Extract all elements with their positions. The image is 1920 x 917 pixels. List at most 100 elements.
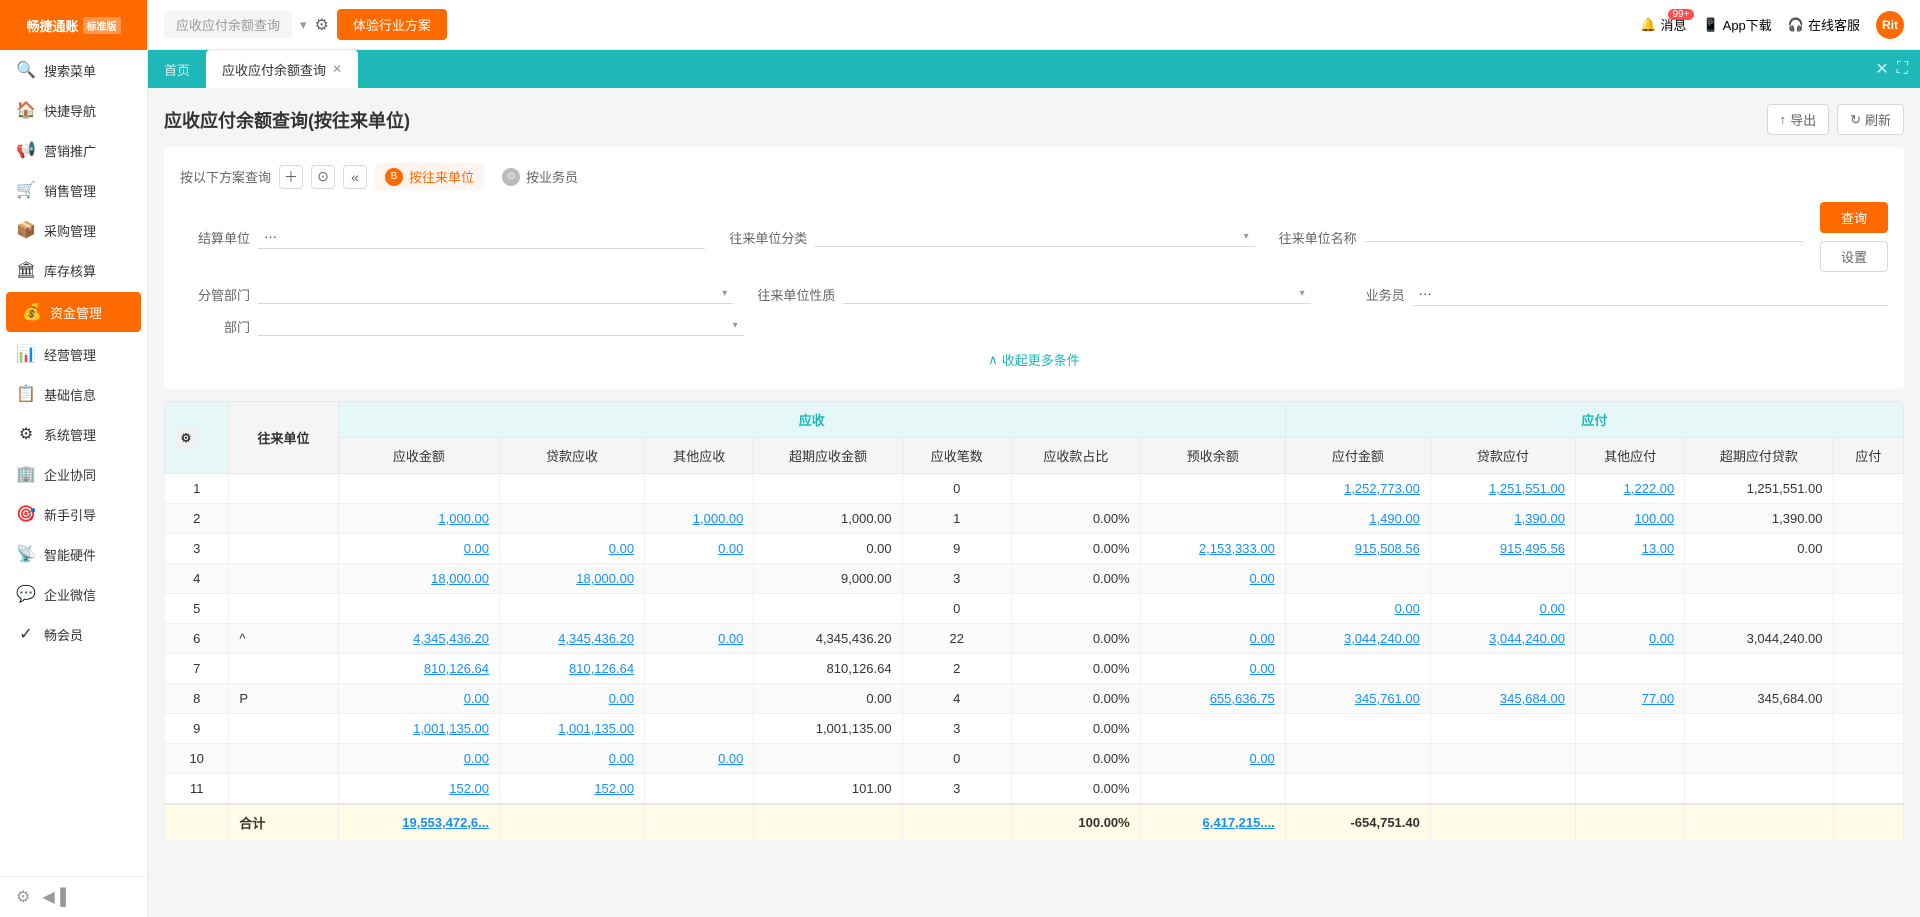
cell-yysye[interactable] <box>1140 504 1285 534</box>
sidebar-item-guide[interactable]: 🎯 新手引导 <box>0 494 147 534</box>
cell-dkys[interactable]: 152.00 <box>500 774 645 805</box>
scheme-by-partner[interactable]: B 按往来单位 <box>375 163 484 190</box>
cell-qtyf[interactable]: 13.00 <box>1575 534 1684 564</box>
cell-yysye[interactable]: 2,153,333.00 <box>1140 534 1285 564</box>
dept-input[interactable]: ▾ <box>258 316 744 336</box>
tab-query[interactable]: 应收应付余额查询 ✕ <box>206 50 358 88</box>
sidebar-item-inventory[interactable]: 🏛 库存核算 <box>0 250 147 290</box>
cell-dkyf[interactable] <box>1430 654 1575 684</box>
sidebar-item-sales[interactable]: 🛒 销售管理 <box>0 170 147 210</box>
salesperson-input[interactable]: ··· <box>1413 282 1888 306</box>
cell-qtyf[interactable] <box>1575 654 1684 684</box>
collapse-sidebar-icon[interactable]: ◀▐ <box>42 887 66 907</box>
tab-close-all-icon[interactable]: ✕ <box>1875 59 1888 79</box>
cell-ysje[interactable]: 152.00 <box>338 774 499 805</box>
cell-yysye[interactable] <box>1140 474 1285 504</box>
notification-area[interactable]: 🔔 消息 99+ <box>1640 15 1686 34</box>
cell-yfje[interactable] <box>1285 774 1430 805</box>
cell-yysye[interactable]: 0.00 <box>1140 624 1285 654</box>
cell-dkyf[interactable]: 3,044,240.00 <box>1430 624 1575 654</box>
cell-qtys[interactable]: 0.00 <box>645 534 754 564</box>
cell-dkyf[interactable] <box>1430 774 1575 805</box>
cell-ysje[interactable]: 0.00 <box>338 744 499 774</box>
header-gear-icon[interactable]: ⚙ <box>315 15 329 35</box>
cell-yysye[interactable] <box>1140 774 1285 805</box>
cell-yysye[interactable]: 0.00 <box>1140 654 1285 684</box>
online-service-area[interactable]: 🎧 在线客服 <box>1788 15 1860 34</box>
cell-qtys[interactable]: 1,000.00 <box>645 504 754 534</box>
cell-qtys[interactable] <box>645 594 754 624</box>
tab-home[interactable]: 首页 <box>148 50 206 88</box>
cell-qtyf[interactable] <box>1575 744 1684 774</box>
cell-dkys[interactable]: 810,126.64 <box>500 654 645 684</box>
cell-ysje[interactable]: 0.00 <box>338 684 499 714</box>
footer-ysje[interactable]: 19,553,472,6... <box>338 804 499 841</box>
cell-dkys[interactable]: 0.00 <box>500 744 645 774</box>
more-scheme-btn[interactable]: « <box>343 165 367 189</box>
tab-expand-icon[interactable]: ⛶ <box>1897 60 1908 78</box>
cell-qtyf[interactable]: 1,222.00 <box>1575 474 1684 504</box>
cell-qtys[interactable] <box>645 714 754 744</box>
cell-dkyf[interactable]: 345,684.00 <box>1430 684 1575 714</box>
cell-yfje[interactable] <box>1285 564 1430 594</box>
cell-dkys[interactable]: 0.00 <box>500 534 645 564</box>
footer-yysye[interactable]: 6,417,215.... <box>1140 804 1285 841</box>
cell-qtys[interactable]: 0.00 <box>645 744 754 774</box>
table-settings-icon[interactable]: ⚙ <box>175 427 197 449</box>
cell-ysje[interactable]: 18,000.00 <box>338 564 499 594</box>
th-settings[interactable]: ⚙ <box>165 402 229 474</box>
cell-yfje[interactable]: 3,044,240.00 <box>1285 624 1430 654</box>
cell-qtyf[interactable] <box>1575 714 1684 744</box>
fenguan-input[interactable]: ▾ <box>258 284 733 304</box>
refresh-btn[interactable]: ↻ 刷新 <box>1837 104 1904 135</box>
app-download-area[interactable]: 📱 App下载 <box>1702 15 1771 34</box>
cell-yfje[interactable]: 915,508.56 <box>1285 534 1430 564</box>
breadcrumb-chevron-icon[interactable]: ▾ <box>300 17 307 33</box>
cell-dkys[interactable] <box>500 594 645 624</box>
cell-yysye[interactable]: 0.00 <box>1140 744 1285 774</box>
tab-close-icon[interactable]: ✕ <box>332 62 342 76</box>
cell-qtys[interactable] <box>645 564 754 594</box>
sidebar-item-operation[interactable]: 📊 经营管理 <box>0 334 147 374</box>
sidebar-item-member[interactable]: ✓ 畅会员 <box>0 614 147 654</box>
cell-ysje[interactable]: 1,000.00 <box>338 504 499 534</box>
cell-dkys[interactable]: 18,000.00 <box>500 564 645 594</box>
cell-dkyf[interactable]: 915,495.56 <box>1430 534 1575 564</box>
cell-dkyf[interactable] <box>1430 714 1575 744</box>
cell-dkyf[interactable]: 0.00 <box>1430 594 1575 624</box>
sidebar-item-basic-info[interactable]: 📋 基础信息 <box>0 374 147 414</box>
settings-btn[interactable]: 设置 <box>1820 241 1888 272</box>
edit-scheme-btn[interactable]: ⊙ <box>311 165 335 189</box>
sidebar-item-purchase[interactable]: 📦 采购管理 <box>0 210 147 250</box>
query-btn[interactable]: 查询 <box>1820 202 1888 233</box>
cell-yysye[interactable]: 655,636.75 <box>1140 684 1285 714</box>
cell-qtyf[interactable]: 0.00 <box>1575 624 1684 654</box>
cell-dkyf[interactable]: 1,390.00 <box>1430 504 1575 534</box>
cell-qtyf[interactable] <box>1575 564 1684 594</box>
cell-yysye[interactable] <box>1140 594 1285 624</box>
cell-dkys[interactable] <box>500 504 645 534</box>
jiesuan-input[interactable]: ··· <box>258 225 705 249</box>
wanglai-name-input[interactable] <box>1365 233 1804 242</box>
sidebar-item-quick-nav[interactable]: 🏠 快捷导航 <box>0 90 147 130</box>
sidebar-item-search[interactable]: 🔍 搜索菜单 <box>0 50 147 90</box>
cell-yfje[interactable]: 0.00 <box>1285 594 1430 624</box>
wanglai-nature-input[interactable]: ▾ <box>843 284 1310 304</box>
cell-qtys[interactable] <box>645 654 754 684</box>
user-avatar[interactable]: Rit <box>1876 11 1904 39</box>
sidebar-item-marketing[interactable]: 📢 营销推广 <box>0 130 147 170</box>
cell-ysje[interactable] <box>338 594 499 624</box>
cell-yysye[interactable]: 0.00 <box>1140 564 1285 594</box>
cell-dkys[interactable]: 1,001,135.00 <box>500 714 645 744</box>
cell-yysye[interactable] <box>1140 714 1285 744</box>
cell-qtys[interactable] <box>645 474 754 504</box>
cell-qtyf[interactable]: 100.00 <box>1575 504 1684 534</box>
scheme-by-salesperson[interactable]: ⊙ 按业务员 <box>492 163 588 190</box>
collapse-filter-btn[interactable]: ∧ 收起更多条件 <box>180 346 1888 373</box>
cell-dkys[interactable] <box>500 474 645 504</box>
sidebar-item-hardware[interactable]: 📡 智能硬件 <box>0 534 147 574</box>
cell-yfje[interactable] <box>1285 744 1430 774</box>
cell-dkys[interactable]: 4,345,436.20 <box>500 624 645 654</box>
cell-qtyf[interactable] <box>1575 594 1684 624</box>
cell-dkys[interactable]: 0.00 <box>500 684 645 714</box>
